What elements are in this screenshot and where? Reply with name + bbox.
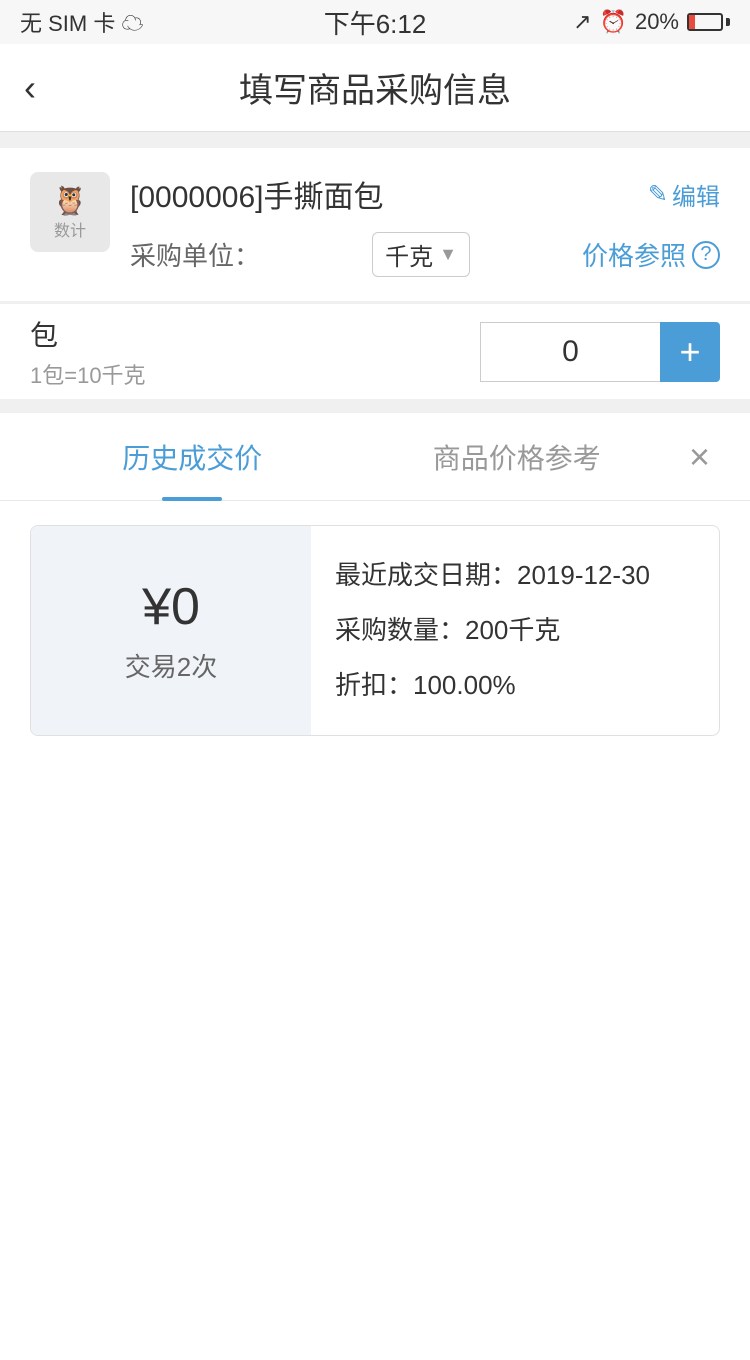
tab-close-button[interactable]: × bbox=[679, 436, 720, 478]
quantity-label: 采购数量： bbox=[335, 615, 465, 645]
status-left: 无 SIM 卡 ☁ bbox=[20, 6, 143, 38]
price-detail-discount: 折扣：100.00% bbox=[335, 666, 695, 705]
date-value: 2019-12-30 bbox=[517, 560, 650, 590]
tab-history-price[interactable]: 历史成交价 bbox=[30, 413, 354, 501]
unit-dropdown[interactable]: 千克 ▼ bbox=[372, 232, 470, 277]
product-logo: 🦉 数计 bbox=[30, 172, 110, 252]
tab-history-price-label: 历史成交价 bbox=[122, 437, 262, 477]
back-button[interactable]: ‹ bbox=[24, 67, 36, 109]
quantity-label-group: 包 1包=10千克 bbox=[30, 314, 146, 390]
nav-bar: ‹ 填写商品采购信息 bbox=[0, 44, 750, 132]
tab-price-ref-label: 商品价格参考 bbox=[433, 437, 601, 477]
price-card-left: ¥0 交易2次 bbox=[31, 526, 311, 735]
battery-indicator bbox=[687, 13, 730, 31]
price-detail-date: 最近成交日期：2019-12-30 bbox=[335, 556, 695, 595]
price-card: ¥0 交易2次 最近成交日期：2019-12-30 采购数量：200千克 折扣：… bbox=[30, 525, 720, 736]
product-name: [0000006]手撕面包 bbox=[130, 172, 383, 216]
product-name-row: [0000006]手撕面包 ✎ 编辑 bbox=[130, 172, 720, 216]
status-bar: 无 SIM 卡 ☁ 下午6:12 ↗ ⏰ 20% bbox=[0, 0, 750, 44]
tab-active-indicator bbox=[162, 497, 222, 501]
unit-value: 千克 bbox=[385, 237, 433, 272]
quantity-unit-label: 包 bbox=[30, 314, 146, 354]
price-card-right: 最近成交日期：2019-12-30 采购数量：200千克 折扣：100.00% bbox=[311, 526, 719, 735]
price-card-container: ¥0 交易2次 最近成交日期：2019-12-30 采购数量：200千克 折扣：… bbox=[0, 501, 750, 760]
location-icon: ↗ bbox=[573, 9, 591, 35]
price-ref-help-icon: ? bbox=[692, 241, 720, 269]
dropdown-arrow-icon: ▼ bbox=[439, 244, 457, 265]
quantity-input-group: 0 + bbox=[480, 322, 720, 382]
purchase-unit-row: 采购单位： 千克 ▼ 价格参照 ? bbox=[130, 232, 720, 277]
quantity-row: 包 1包=10千克 0 + bbox=[0, 303, 750, 399]
price-detail-quantity: 采购数量：200千克 bbox=[335, 611, 695, 650]
unit-label: 采购单位： bbox=[130, 236, 260, 273]
edit-icon: ✎ bbox=[648, 180, 668, 209]
alarm-icon: ⏰ bbox=[600, 9, 627, 35]
product-logo-icon: 🦉 bbox=[53, 184, 88, 217]
product-card: 🦉 数计 [0000006]手撕面包 ✎ 编辑 采购单位： 千克 ▼ 价格参照 … bbox=[0, 148, 750, 301]
quantity-conversion: 1包=10千克 bbox=[30, 358, 146, 390]
currency-symbol: ¥ bbox=[142, 578, 171, 636]
discount-value: 100.00% bbox=[413, 670, 516, 700]
quantity-value: 200千克 bbox=[465, 615, 560, 645]
transaction-count: 交易2次 bbox=[125, 647, 217, 684]
tab-header: 历史成交价 商品价格参考 × bbox=[0, 413, 750, 501]
product-top-row: 🦉 数计 [0000006]手撕面包 ✎ 编辑 采购单位： 千克 ▼ 价格参照 … bbox=[30, 172, 720, 277]
tab-section: 历史成交价 商品价格参考 × ¥0 交易2次 最近成交日期：2019-12-30… bbox=[0, 413, 750, 760]
battery-percent: 20% bbox=[635, 9, 679, 35]
edit-button[interactable]: ✎ 编辑 bbox=[648, 177, 720, 212]
sim-signal-text: 无 SIM 卡 ☁ bbox=[20, 6, 143, 38]
tab-price-reference[interactable]: 商品价格参考 bbox=[354, 413, 678, 501]
product-logo-subtext: 数计 bbox=[54, 217, 86, 241]
edit-label: 编辑 bbox=[672, 177, 720, 212]
price-display: ¥0 bbox=[142, 577, 200, 637]
discount-label: 折扣： bbox=[335, 670, 413, 700]
back-icon: ‹ bbox=[24, 67, 36, 108]
product-info: [0000006]手撕面包 ✎ 编辑 采购单位： 千克 ▼ 价格参照 ? bbox=[130, 172, 720, 277]
date-label: 最近成交日期： bbox=[335, 560, 517, 590]
price-reference-button[interactable]: 价格参照 ? bbox=[582, 236, 720, 273]
bottom-white-area bbox=[0, 760, 750, 1360]
status-right: ↗ ⏰ 20% bbox=[573, 9, 730, 35]
price-ref-label: 价格参照 bbox=[582, 236, 686, 273]
page-title: 填写商品采购信息 bbox=[239, 63, 511, 112]
quantity-plus-button[interactable]: + bbox=[660, 322, 720, 382]
price-amount: 0 bbox=[171, 578, 200, 636]
status-time: 下午6:12 bbox=[324, 4, 427, 41]
quantity-input[interactable]: 0 bbox=[480, 322, 660, 382]
